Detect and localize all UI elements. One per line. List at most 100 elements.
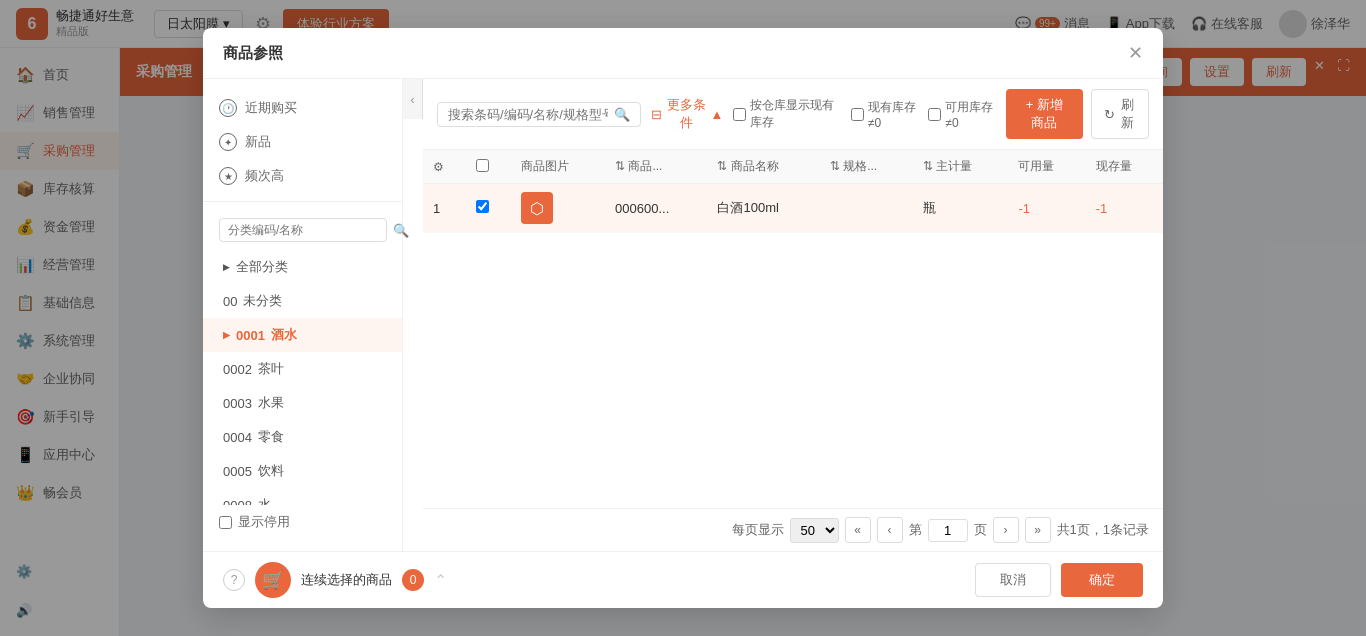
category-0004[interactable]: 0004 零食 (203, 420, 402, 454)
category-0003-name: 水果 (258, 394, 284, 412)
col-stock: 现存量 (1086, 150, 1163, 184)
refresh-icon: ↻ (1104, 107, 1115, 122)
col-code-label: 商品... (628, 159, 662, 173)
col-name-label: 商品名称 (731, 159, 779, 173)
table-body: 1 ⬡ 000600... 白酒100ml 瓶 (423, 184, 1163, 233)
row-checkbox[interactable] (476, 200, 489, 213)
category-0002[interactable]: 0002 茶叶 (203, 352, 402, 386)
filter-label: 更多条件 (666, 96, 706, 132)
col-settings[interactable]: ⚙ (423, 150, 466, 184)
expand-all-icon: ▶ (223, 262, 230, 272)
confirm-button[interactable]: 确定 (1061, 563, 1143, 597)
table-row[interactable]: 1 ⬡ 000600... 白酒100ml 瓶 (423, 184, 1163, 233)
sort-icon-unit: ⇅ (923, 159, 933, 173)
product-search-input[interactable] (448, 107, 608, 122)
checkbox-current-stock-text: 现有库存≠0 (868, 99, 918, 130)
category-0001[interactable]: ▶ 0001 酒水 (203, 318, 402, 352)
footer-collapse-icon[interactable]: ⌃ (434, 571, 447, 590)
category-0008[interactable]: 0008 水 (203, 488, 402, 505)
category-0003-label: 0003 (223, 396, 252, 411)
category-00-label: 00 (223, 294, 237, 309)
col-unit[interactable]: ⇅ 主计量 (913, 150, 1009, 184)
category-0002-name: 茶叶 (258, 360, 284, 378)
new-product-item[interactable]: ✦ 新品 (203, 125, 402, 159)
show-disabled-label: 显示停用 (238, 513, 290, 531)
category-00[interactable]: 00 未分类 (203, 284, 402, 318)
per-page-label: 每页显示 (732, 521, 784, 539)
sort-icon-code: ⇅ (615, 159, 625, 173)
cancel-button[interactable]: 取消 (975, 563, 1051, 597)
selection-count-badge: 0 (402, 569, 424, 591)
table-settings-icon[interactable]: ⚙ (433, 160, 444, 174)
col-checkbox (466, 150, 512, 184)
modal-close-button[interactable]: ✕ (1128, 42, 1143, 64)
category-list: ▶ 全部分类 00 未分类 ▶ 0001 酒水 0002 茶叶 (203, 250, 402, 505)
category-search-input[interactable] (219, 218, 387, 242)
col-spec[interactable]: ⇅ 规格... (820, 150, 913, 184)
checkbox-current-stock-label[interactable]: 现有库存≠0 (851, 99, 918, 130)
product-thumbnail: ⬡ (521, 192, 553, 224)
category-00-name: 未分类 (243, 292, 282, 310)
help-button[interactable]: ? (223, 569, 245, 591)
col-name[interactable]: ⇅ 商品名称 (707, 150, 819, 184)
category-0005-label: 0005 (223, 464, 252, 479)
category-all[interactable]: ▶ 全部分类 (203, 250, 402, 284)
category-0004-name: 零食 (258, 428, 284, 446)
cell-spec (820, 184, 913, 233)
category-0001-label: 0001 (236, 328, 265, 343)
col-available-label: 可用量 (1018, 159, 1054, 173)
modal-footer: ? 🛒 连续选择的商品 0 ⌃ 取消 确定 (203, 551, 1163, 608)
category-all-label: 全部分类 (236, 258, 288, 276)
prev-page-button[interactable]: ‹ (877, 517, 903, 543)
modal-overlay: 商品参照 ✕ 🕐 近期购买 ✦ 新品 ★ 频次高 (0, 0, 1366, 636)
product-table-container: ⚙ 商品图片 ⇅ 商品... ⇅ (423, 150, 1163, 508)
sort-icon-name: ⇅ (717, 159, 727, 173)
category-0005-name: 饮料 (258, 462, 284, 480)
add-product-button[interactable]: + 新增商品 (1006, 89, 1083, 139)
last-page-button[interactable]: » (1025, 517, 1051, 543)
refresh-label: 刷新 (1119, 96, 1136, 132)
modal-body: 🕐 近期购买 ✦ 新品 ★ 频次高 🔍 ▶ (203, 79, 1163, 551)
category-0005[interactable]: 0005 饮料 (203, 454, 402, 488)
page-label: 第 (909, 521, 922, 539)
checkbox-current-stock[interactable] (851, 108, 864, 121)
first-page-button[interactable]: « (845, 517, 871, 543)
col-image[interactable]: 商品图片 (511, 150, 605, 184)
category-0001-name: 酒水 (271, 326, 297, 344)
recent-buy-item[interactable]: 🕐 近期购买 (203, 91, 402, 125)
footer-left: ? 🛒 连续选择的商品 0 ⌃ (223, 562, 447, 598)
checkbox-warehouse[interactable] (733, 108, 746, 121)
checkbox-available-stock[interactable] (928, 108, 941, 121)
select-all-checkbox[interactable] (476, 159, 489, 172)
cart-icon[interactable]: 🛒 (255, 562, 291, 598)
modal-header: 商品参照 ✕ (203, 28, 1163, 79)
search-icon[interactable]: 🔍 (614, 107, 630, 122)
show-disabled-checkbox[interactable] (219, 516, 232, 529)
filter-button[interactable]: ⊟ 更多条件 ▲ (651, 96, 723, 132)
sidebar-collapse-button[interactable]: ‹ (403, 79, 423, 119)
page-input[interactable] (928, 519, 968, 542)
cell-code: 000600... (605, 184, 707, 233)
new-product-icon: ✦ (219, 133, 237, 151)
table-head: ⚙ 商品图片 ⇅ 商品... ⇅ (423, 150, 1163, 184)
category-0003[interactable]: 0003 水果 (203, 386, 402, 420)
category-search-row: 🔍 (203, 210, 402, 250)
refresh-button[interactable]: ↻ 刷新 (1091, 89, 1149, 139)
checkbox-available-stock-label[interactable]: 可用库存≠0 (928, 99, 995, 130)
col-code[interactable]: ⇅ 商品... (605, 150, 707, 184)
frequent-icon: ★ (219, 167, 237, 185)
sort-icon-spec: ⇅ (830, 159, 840, 173)
per-page-select[interactable]: 50 (790, 518, 839, 543)
col-available: 可用量 (1008, 150, 1085, 184)
total-label: 共1页，1条记录 (1057, 521, 1149, 539)
col-spec-label: 规格... (843, 159, 877, 173)
pagination: 每页显示 50 « ‹ 第 页 › » 共1页，1条记录 (423, 508, 1163, 551)
checkbox-warehouse-label[interactable]: 按仓库显示现有库存 (733, 97, 841, 131)
product-search-bar: 🔍 (437, 102, 641, 127)
chevron-up-icon: ▲ (710, 107, 723, 122)
next-page-button[interactable]: › (993, 517, 1019, 543)
category-search-icon[interactable]: 🔍 (393, 223, 409, 238)
product-table: ⚙ 商品图片 ⇅ 商品... ⇅ (423, 150, 1163, 233)
new-product-label: 新品 (245, 133, 271, 151)
frequent-item[interactable]: ★ 频次高 (203, 159, 402, 193)
